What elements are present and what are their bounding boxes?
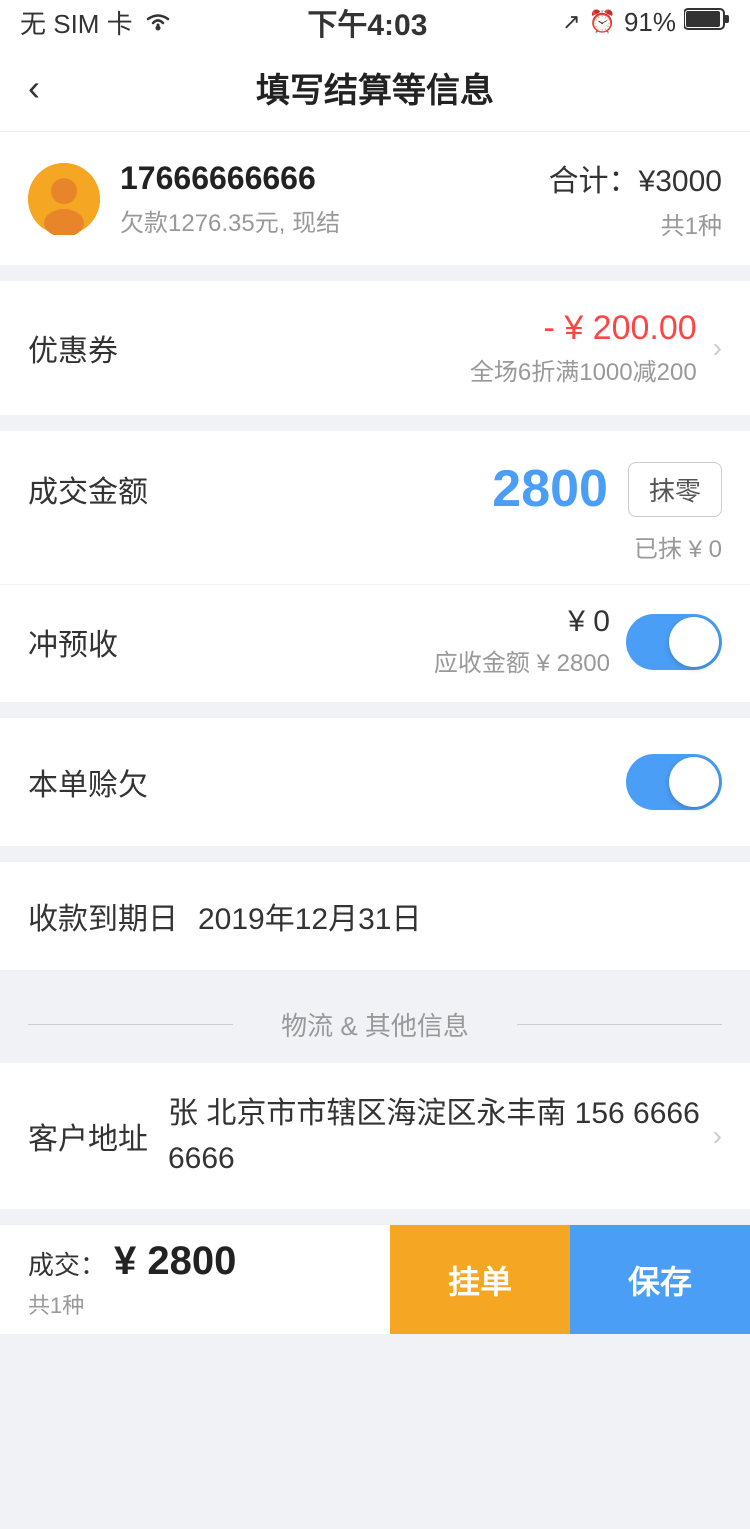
address-value: 张 北京市市辖区海淀区永丰南 156 6666 6666 xyxy=(168,1091,701,1181)
hang-order-button[interactable]: 挂单 xyxy=(390,1225,570,1334)
bottom-summary: 成交： ¥ 2800 共1种 xyxy=(0,1239,390,1320)
credit-row: 本单赊欠 xyxy=(0,718,750,846)
battery-text: 91% xyxy=(624,7,676,38)
bottom-buttons: 挂单 保存 xyxy=(390,1225,750,1334)
deal-amount-sub: 已抹 ¥ 0 xyxy=(0,529,750,584)
divider-line-left xyxy=(28,1024,233,1025)
due-date-row: 收款到期日 2019年12月31日 xyxy=(0,862,750,970)
coupon-desc: 全场6折满1000减200 xyxy=(470,352,697,387)
customer-info-left: 17666666666 欠款1276.35元, 现结 xyxy=(28,160,340,238)
address-label: 客户地址 xyxy=(28,1114,148,1158)
bottom-bar: 成交： ¥ 2800 共1种 挂单 保存 xyxy=(0,1224,750,1334)
coupon-section: 优惠券 - ¥ 200.00 全场6折满1000减200 › xyxy=(0,281,750,415)
prepay-amount: ¥ 0 xyxy=(434,605,610,639)
due-date-section: 收款到期日 2019年12月31日 xyxy=(0,862,750,970)
logistics-divider: 物流 & 其他信息 xyxy=(0,986,750,1063)
back-button[interactable]: ‹ xyxy=(28,67,40,109)
deal-amount-label: 成交金额 xyxy=(28,467,148,511)
toggle-knob xyxy=(669,617,719,667)
coupon-discount: - ¥ 200.00 xyxy=(470,309,697,348)
due-date-value: 2019年12月31日 xyxy=(198,894,421,938)
customer-card: 17666666666 欠款1276.35元, 现结 合计：¥3000 共1种 xyxy=(0,132,750,265)
deal-amount-row: 成交金额 2800 抹零 xyxy=(0,431,750,529)
chevron-right-icon: › xyxy=(713,332,722,364)
round-zero-button[interactable]: 抹零 xyxy=(628,462,722,517)
deal-section: 成交金额 2800 抹零 已抹 ¥ 0 冲预收 ¥ 0 应收金额 ¥ 2800 xyxy=(0,431,750,702)
status-right: ↗ ⏰ 91% xyxy=(562,7,730,38)
prepay-values: ¥ 0 应收金额 ¥ 2800 xyxy=(434,605,610,678)
customer-phone: 17666666666 xyxy=(120,160,340,197)
status-bar: 无 SIM 卡 下午4:03 ↗ ⏰ 91% xyxy=(0,0,750,44)
deal-amount-right: 2800 抹零 xyxy=(492,459,722,519)
status-left: 无 SIM 卡 xyxy=(20,4,173,41)
status-time: 下午4:03 xyxy=(307,0,427,44)
avatar xyxy=(28,163,100,235)
nav-bar: ‹ 填写结算等信息 xyxy=(0,44,750,132)
bottom-deal-label: 成交： xyxy=(28,1245,106,1282)
prepay-row: 冲预收 ¥ 0 应收金额 ¥ 2800 xyxy=(0,585,750,702)
prepay-toggle[interactable] xyxy=(626,614,722,670)
coupon-label: 优惠券 xyxy=(28,326,118,370)
wifi-icon xyxy=(143,7,173,38)
divider-text: 物流 & 其他信息 xyxy=(281,1006,469,1043)
save-button[interactable]: 保存 xyxy=(570,1225,750,1334)
credit-toggle[interactable] xyxy=(626,754,722,810)
address-chevron-icon: › xyxy=(713,1120,722,1152)
credit-toggle-knob xyxy=(669,757,719,807)
prepay-right: ¥ 0 应收金额 ¥ 2800 xyxy=(434,605,722,678)
customer-debt: 欠款1276.35元, 现结 xyxy=(120,203,340,238)
bottom-deal-amount: ¥ 2800 xyxy=(114,1239,236,1284)
prepay-receivable: 应收金额 ¥ 2800 xyxy=(434,643,610,678)
customer-count: 共1种 xyxy=(549,206,722,241)
credit-section: 本单赊欠 xyxy=(0,718,750,846)
coupon-right: - ¥ 200.00 全场6折满1000减200 › xyxy=(470,309,722,387)
battery-icon xyxy=(684,7,730,38)
customer-info-right: 合计：¥3000 共1种 xyxy=(549,156,722,241)
alarm-icon: ⏰ xyxy=(589,9,616,35)
due-date-label: 收款到期日 xyxy=(28,894,178,938)
carrier-text: 无 SIM 卡 xyxy=(20,4,133,41)
customer-total: 合计：¥3000 xyxy=(549,156,722,200)
coupon-row[interactable]: 优惠券 - ¥ 200.00 全场6折满1000减200 › xyxy=(0,281,750,415)
credit-label: 本单赊欠 xyxy=(28,760,148,804)
bottom-deal-info: 成交： ¥ 2800 xyxy=(28,1239,362,1284)
page-title: 填写结算等信息 xyxy=(256,63,494,112)
deal-amount-value: 2800 xyxy=(492,459,608,519)
customer-details: 17666666666 欠款1276.35元, 现结 xyxy=(120,160,340,238)
prepay-label: 冲预收 xyxy=(28,620,118,664)
divider-line-right xyxy=(517,1024,722,1025)
location-icon: ↗ xyxy=(562,9,580,35)
address-section[interactable]: 客户地址 张 北京市市辖区海淀区永丰南 156 6666 6666 › xyxy=(0,1063,750,1209)
bottom-count: 共1种 xyxy=(28,1288,362,1320)
